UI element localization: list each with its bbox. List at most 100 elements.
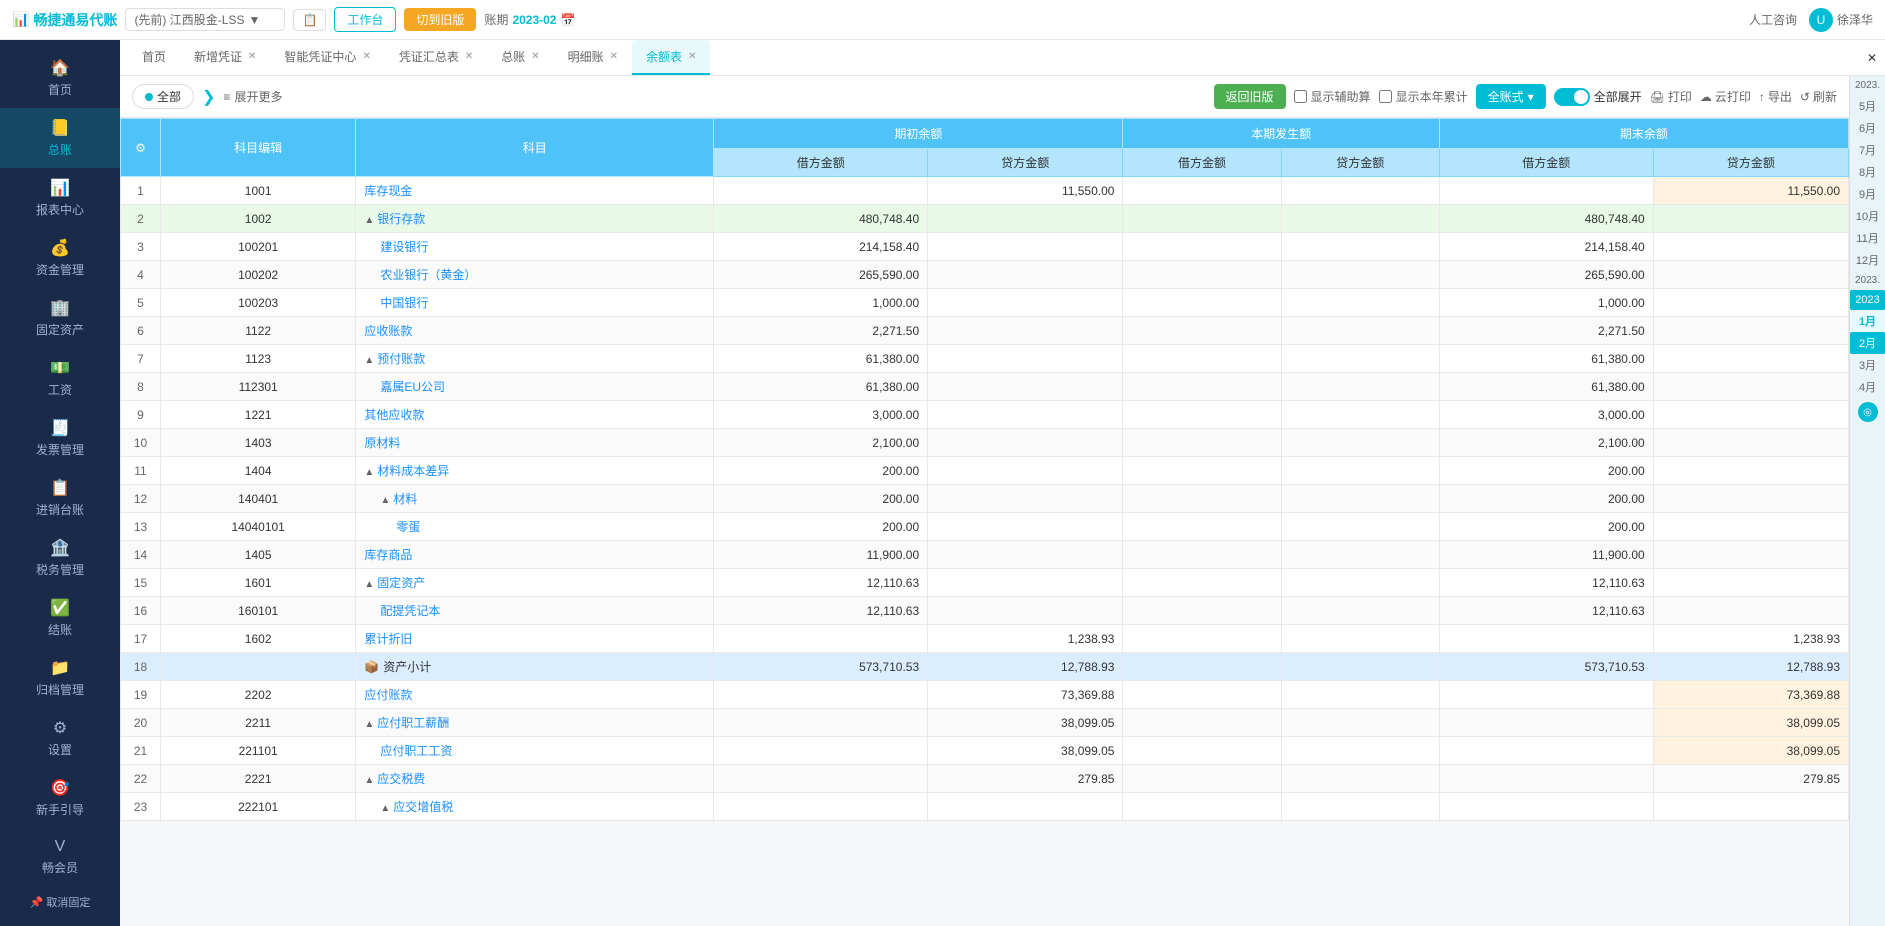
account-name[interactable]: ▲固定资产 — [356, 569, 714, 597]
ps-credit — [928, 373, 1123, 401]
top-bar-right: 人工咨询 U 徐泽华 — [1749, 8, 1873, 32]
month-oct[interactable]: 10月 — [1850, 205, 1885, 227]
month-dec[interactable]: 12月 — [1850, 249, 1885, 271]
show-aux-checkbox[interactable]: 显示辅助算 — [1294, 88, 1371, 105]
close-all-btn[interactable]: ✕ — [1867, 51, 1877, 65]
pe-debit: 200.00 — [1439, 457, 1653, 485]
print-label: 打印 — [1668, 88, 1692, 105]
sidebar-item-invoices[interactable]: 🧾 发票管理 — [0, 408, 120, 468]
account-name[interactable]: 累计折旧 — [356, 625, 714, 653]
show-ytd-checkbox[interactable]: 显示本年累计 — [1379, 88, 1468, 105]
sidebar-item-ledger[interactable]: 📒 总账 — [0, 108, 120, 168]
th-settings[interactable]: ⚙ — [121, 119, 161, 177]
month-nov[interactable]: 11月 — [1850, 227, 1885, 249]
close-icon[interactable]: ✕ — [362, 51, 370, 62]
toggle-switch[interactable] — [1554, 88, 1590, 106]
account-code: 1403 — [161, 429, 356, 457]
account-name[interactable]: 建设银行 — [356, 233, 714, 261]
month-aug[interactable]: 8月 — [1850, 161, 1885, 183]
sidebar-item-guide[interactable]: 🎯 新手引导 — [0, 768, 120, 828]
pin-btn[interactable]: 📌 取消固定 — [0, 886, 120, 918]
return-old-button[interactable]: 返回旧版 — [1214, 84, 1286, 109]
month-jul[interactable]: 7月 — [1850, 139, 1885, 161]
month-may[interactable]: 5月 — [1850, 95, 1885, 117]
expand-more-button[interactable]: ≡ 展开更多 — [223, 88, 282, 105]
account-name[interactable]: 库存商品 — [356, 541, 714, 569]
tab-balance-sheet[interactable]: 余额表 ✕ — [632, 40, 710, 75]
close-icon[interactable]: ✕ — [465, 51, 473, 62]
close-icon[interactable]: ✕ — [248, 51, 256, 62]
all-filter-button[interactable]: 全部 — [132, 84, 194, 109]
tab-home[interactable]: 首页 — [128, 40, 180, 75]
export-button[interactable]: ↑ 导出 — [1759, 88, 1792, 105]
account-name[interactable]: 应付账款 — [356, 681, 714, 709]
close-icon[interactable]: ✕ — [688, 51, 696, 62]
sidebar-item-archive[interactable]: 📁 归档管理 — [0, 648, 120, 708]
account-name[interactable]: ▲应付职工薪酬 — [356, 709, 714, 737]
month-jan[interactable]: 1月 — [1850, 310, 1885, 332]
sidebar-item-label: 首页 — [48, 81, 72, 98]
sidebar-item-tax[interactable]: 🏦 税务管理 — [0, 528, 120, 588]
print-button[interactable]: 🖨 打印 — [1650, 88, 1692, 105]
expand-right-btn[interactable]: ◎ — [1858, 402, 1878, 422]
account-name[interactable]: 应收账款 — [356, 317, 714, 345]
account-name[interactable]: ▲应交增值税 — [356, 793, 714, 821]
account-code: 1601 — [161, 569, 356, 597]
current-credit — [1281, 429, 1439, 457]
account-name[interactable]: 嘉属EU公司 — [356, 373, 714, 401]
sidebar-item-purchase[interactable]: 📋 进销台账 — [0, 468, 120, 528]
account-name[interactable]: 中国银行 — [356, 289, 714, 317]
tab-voucher-summary[interactable]: 凭证汇总表 ✕ — [385, 40, 487, 75]
sidebar-item-home[interactable]: 🏠 首页 — [0, 48, 120, 108]
account-name[interactable]: 库存现金 — [356, 177, 714, 205]
sidebar-item-funds[interactable]: 💰 资金管理 — [0, 228, 120, 288]
month-mar[interactable]: 3月 — [1850, 354, 1885, 376]
current-debit — [1123, 261, 1281, 289]
company-selector[interactable]: (先前) 江西股金-LSS ▼ — [125, 8, 285, 31]
expand-all-toggle[interactable]: 全部展开 — [1554, 88, 1642, 106]
account-name[interactable]: 配提凭记本 — [356, 597, 714, 625]
cloud-print-button[interactable]: ☁ 云打印 — [1700, 88, 1751, 105]
sidebar-item-reports[interactable]: 📊 报表中心 — [0, 168, 120, 228]
tab-detail-ledger[interactable]: 明细账 ✕ — [554, 40, 632, 75]
close-icon[interactable]: ✕ — [531, 51, 539, 62]
account-name[interactable]: 📦资产小计 — [356, 653, 714, 681]
month-apr[interactable]: 4月 — [1850, 376, 1885, 398]
sidebar-item-close[interactable]: ✅ 结账 — [0, 588, 120, 648]
year-2023[interactable]: 2023 — [1850, 290, 1885, 310]
full-mode-button[interactable]: 全账式 ▾ — [1476, 84, 1546, 109]
close-icon[interactable]: ✕ — [610, 51, 618, 62]
consult-label[interactable]: 人工咨询 — [1749, 11, 1797, 28]
salary-icon: 💵 — [50, 358, 70, 378]
account-name[interactable]: 应付职工工资 — [356, 737, 714, 765]
account-name[interactable]: ▲应交税费 — [356, 765, 714, 793]
ps-credit — [928, 401, 1123, 429]
aux-checkbox-input[interactable] — [1294, 90, 1307, 103]
month-feb[interactable]: 2月 — [1850, 332, 1885, 354]
refresh-button[interactable]: ↺ 刷新 — [1800, 88, 1837, 105]
sidebar-item-vip[interactable]: V 畅会员 — [0, 828, 120, 886]
account-name[interactable]: 其他应收款 — [356, 401, 714, 429]
tab-general-ledger[interactable]: 总账 ✕ — [487, 40, 553, 75]
tab-smart-voucher[interactable]: 智能凭证中心 ✕ — [270, 40, 384, 75]
sidebar-item-label: 税务管理 — [36, 561, 84, 578]
account-name[interactable]: ▲材料成本差异 — [356, 457, 714, 485]
workbench-button[interactable]: 工作台 — [334, 7, 396, 32]
sidebar-item-assets[interactable]: 🏢 固定资产 — [0, 288, 120, 348]
account-name[interactable]: ▲银行存款 — [356, 205, 714, 233]
month-sep[interactable]: 9月 — [1850, 183, 1885, 205]
sidebar-item-settings[interactable]: ⚙ 设置 — [0, 708, 120, 768]
copy-icon[interactable]: 📋 — [293, 9, 326, 31]
tab-new-voucher[interactable]: 新增凭证 ✕ — [180, 40, 270, 75]
calendar-icon[interactable]: 📅 — [560, 13, 575, 27]
sidebar-item-salary[interactable]: 💵 工资 — [0, 348, 120, 408]
account-name[interactable]: ▲材料 — [356, 485, 714, 513]
row-number: 22 — [121, 765, 161, 793]
account-name[interactable]: 零蛋 — [356, 513, 714, 541]
ytd-checkbox-input[interactable] — [1379, 90, 1392, 103]
account-name[interactable]: 原材料 — [356, 429, 714, 457]
month-jun[interactable]: 6月 — [1850, 117, 1885, 139]
switch-version-button[interactable]: 切到旧版 — [404, 8, 476, 31]
account-name[interactable]: 农业银行（黄金） — [356, 261, 714, 289]
account-name[interactable]: ▲预付账款 — [356, 345, 714, 373]
